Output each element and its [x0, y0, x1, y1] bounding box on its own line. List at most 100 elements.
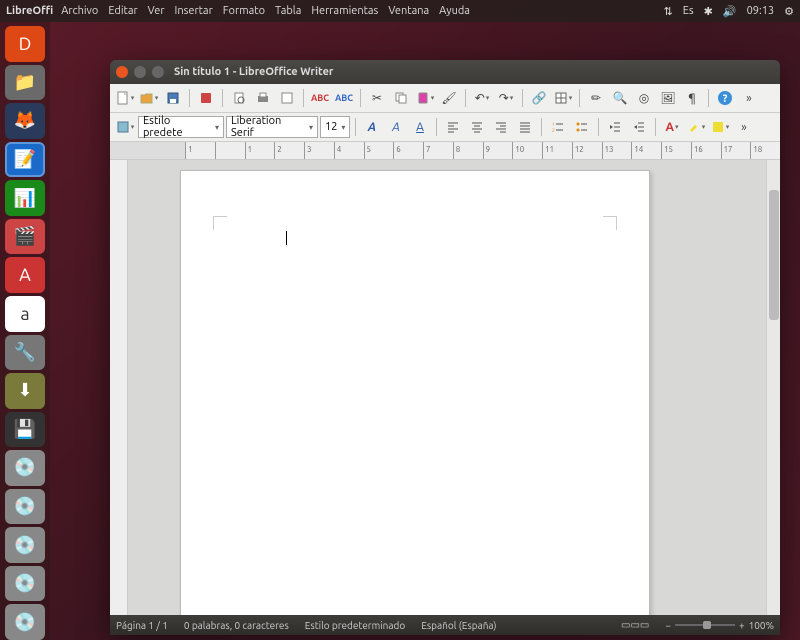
font-size-combo[interactable]: 12▾ [320, 116, 350, 138]
page-preview-button[interactable] [276, 87, 298, 109]
copy-button[interactable] [390, 87, 412, 109]
print-preview-button[interactable] [228, 87, 250, 109]
scrollbar-thumb[interactable] [769, 190, 779, 320]
window-titlebar[interactable]: Sin título 1 - LibreOffice Writer [110, 60, 780, 84]
zoom-value[interactable]: 100% [749, 620, 774, 631]
zoom-slider[interactable] [675, 624, 735, 626]
styles-button[interactable] [114, 116, 136, 138]
window-minimize-button[interactable] [134, 66, 146, 78]
help-button[interactable]: ? [714, 87, 736, 109]
menu-ayuda[interactable]: Ayuda [439, 5, 470, 17]
launcher-impress[interactable]: 🎬 [5, 219, 45, 255]
undo-button[interactable]: ↶ [471, 87, 493, 109]
menu-archivo[interactable]: Archivo [61, 5, 98, 17]
text-cursor [286, 231, 287, 245]
number-list-button[interactable]: 12 [547, 116, 569, 138]
keyboard-lang-icon[interactable]: Es [683, 5, 694, 17]
launcher-dash[interactable]: D [5, 26, 45, 62]
export-pdf-button[interactable] [195, 87, 217, 109]
menu-formato[interactable]: Formato [223, 5, 265, 17]
paste-button[interactable] [414, 87, 436, 109]
align-left-button[interactable] [442, 116, 464, 138]
gallery-button[interactable]: 🖼 [657, 87, 679, 109]
menu-editar[interactable]: Editar [108, 5, 137, 17]
document-page[interactable] [180, 170, 650, 615]
status-language[interactable]: Español (España) [421, 620, 496, 631]
bold-button[interactable]: A [361, 116, 383, 138]
status-page[interactable]: Página 1 / 1 [116, 620, 168, 631]
menu-ventana[interactable]: Ventana [388, 5, 429, 17]
align-right-button[interactable] [490, 116, 512, 138]
menu-ver[interactable]: Ver [148, 5, 165, 17]
cut-button[interactable]: ✂ [366, 87, 388, 109]
launcher-amazon[interactable]: a [5, 296, 45, 332]
increase-indent-button[interactable] [628, 116, 650, 138]
nonprinting-button[interactable]: ¶ [681, 87, 703, 109]
print-button[interactable] [252, 87, 274, 109]
launcher-settings[interactable]: 🔧 [5, 335, 45, 371]
zoom-in-button[interactable]: + [739, 620, 745, 631]
show-draw-button[interactable]: ✏ [585, 87, 607, 109]
table-button[interactable] [552, 87, 574, 109]
toolbar-overflow-icon[interactable]: » [738, 87, 760, 109]
horizontal-ruler[interactable]: 1123456789101112131415161718 [110, 142, 780, 160]
auto-spellcheck-button[interactable]: ABC [333, 87, 355, 109]
format-paintbrush-button[interactable]: 🖌 [438, 87, 460, 109]
vertical-scrollbar[interactable] [766, 160, 780, 615]
open-button[interactable] [138, 87, 160, 109]
bullet-list-button[interactable] [571, 116, 593, 138]
background-button[interactable] [709, 116, 731, 138]
bluetooth-icon[interactable]: ✱ [704, 5, 713, 18]
save-button[interactable] [162, 87, 184, 109]
launcher-disk[interactable]: 💿 [5, 489, 45, 525]
spellcheck-button[interactable]: ABC [309, 87, 331, 109]
launcher-disk[interactable]: 💿 [5, 527, 45, 563]
hyperlink-button[interactable]: 🔗 [528, 87, 550, 109]
svg-text:?: ? [723, 93, 728, 105]
menu-insertar[interactable]: Insertar [175, 5, 213, 17]
view-layout-icon[interactable]: ▭▭▭ [621, 619, 649, 631]
align-justify-button[interactable] [514, 116, 536, 138]
vertical-ruler[interactable] [110, 160, 128, 615]
new-button[interactable] [114, 87, 136, 109]
zoom-out-button[interactable]: − [665, 620, 671, 631]
launcher-disk[interactable]: 💿 [5, 566, 45, 602]
menu-herramientas[interactable]: Herramientas [311, 5, 378, 17]
launcher-calc[interactable]: 📊 [5, 180, 45, 216]
clock[interactable]: 09:13 [747, 5, 775, 17]
launcher-files[interactable]: 📁 [5, 65, 45, 101]
formatting-toolbar: Estilo predete▾ Liberation Serif▾ 12▾ A … [110, 113, 780, 142]
italic-button[interactable]: A [385, 116, 407, 138]
status-bar: Página 1 / 1 0 palabras, 0 caracteres Es… [110, 615, 780, 635]
toolbar-overflow-icon[interactable]: » [733, 116, 755, 138]
gear-icon[interactable]: ⚙ [784, 5, 794, 18]
decrease-indent-button[interactable] [604, 116, 626, 138]
launcher-disk[interactable]: 💿 [5, 604, 45, 640]
highlight-button[interactable] [685, 116, 707, 138]
appmenu-name: LibreOffi [6, 5, 53, 17]
launcher-writer[interactable]: 📝 [5, 142, 45, 178]
sound-icon[interactable]: 🔊 [723, 5, 737, 18]
window-title: Sin título 1 - LibreOffice Writer [174, 66, 333, 78]
launcher-firefox[interactable]: 🦊 [5, 103, 45, 139]
font-name-combo[interactable]: Liberation Serif▾ [226, 116, 318, 138]
document-area [110, 160, 780, 615]
window-close-button[interactable] [116, 66, 128, 78]
launcher-disk[interactable]: 💿 [5, 450, 45, 486]
margin-corner-icon [213, 216, 227, 230]
network-icon[interactable]: ⇅ [664, 5, 673, 18]
navigator-button[interactable]: ◎ [633, 87, 655, 109]
find-button[interactable]: 🔍 [609, 87, 631, 109]
launcher-store[interactable]: A [5, 257, 45, 293]
menu-tabla[interactable]: Tabla [275, 5, 301, 17]
launcher-down[interactable]: ⬇ [5, 373, 45, 409]
redo-button[interactable]: ↷ [495, 87, 517, 109]
align-center-button[interactable] [466, 116, 488, 138]
status-wordcount[interactable]: 0 palabras, 0 caracteres [184, 620, 289, 631]
font-color-button[interactable]: A [661, 116, 683, 138]
status-style[interactable]: Estilo predeterminado [305, 620, 405, 631]
window-maximize-button[interactable] [152, 66, 164, 78]
paragraph-style-combo[interactable]: Estilo predete▾ [138, 116, 224, 138]
launcher-save[interactable]: 💾 [5, 412, 45, 448]
underline-button[interactable]: A [409, 116, 431, 138]
